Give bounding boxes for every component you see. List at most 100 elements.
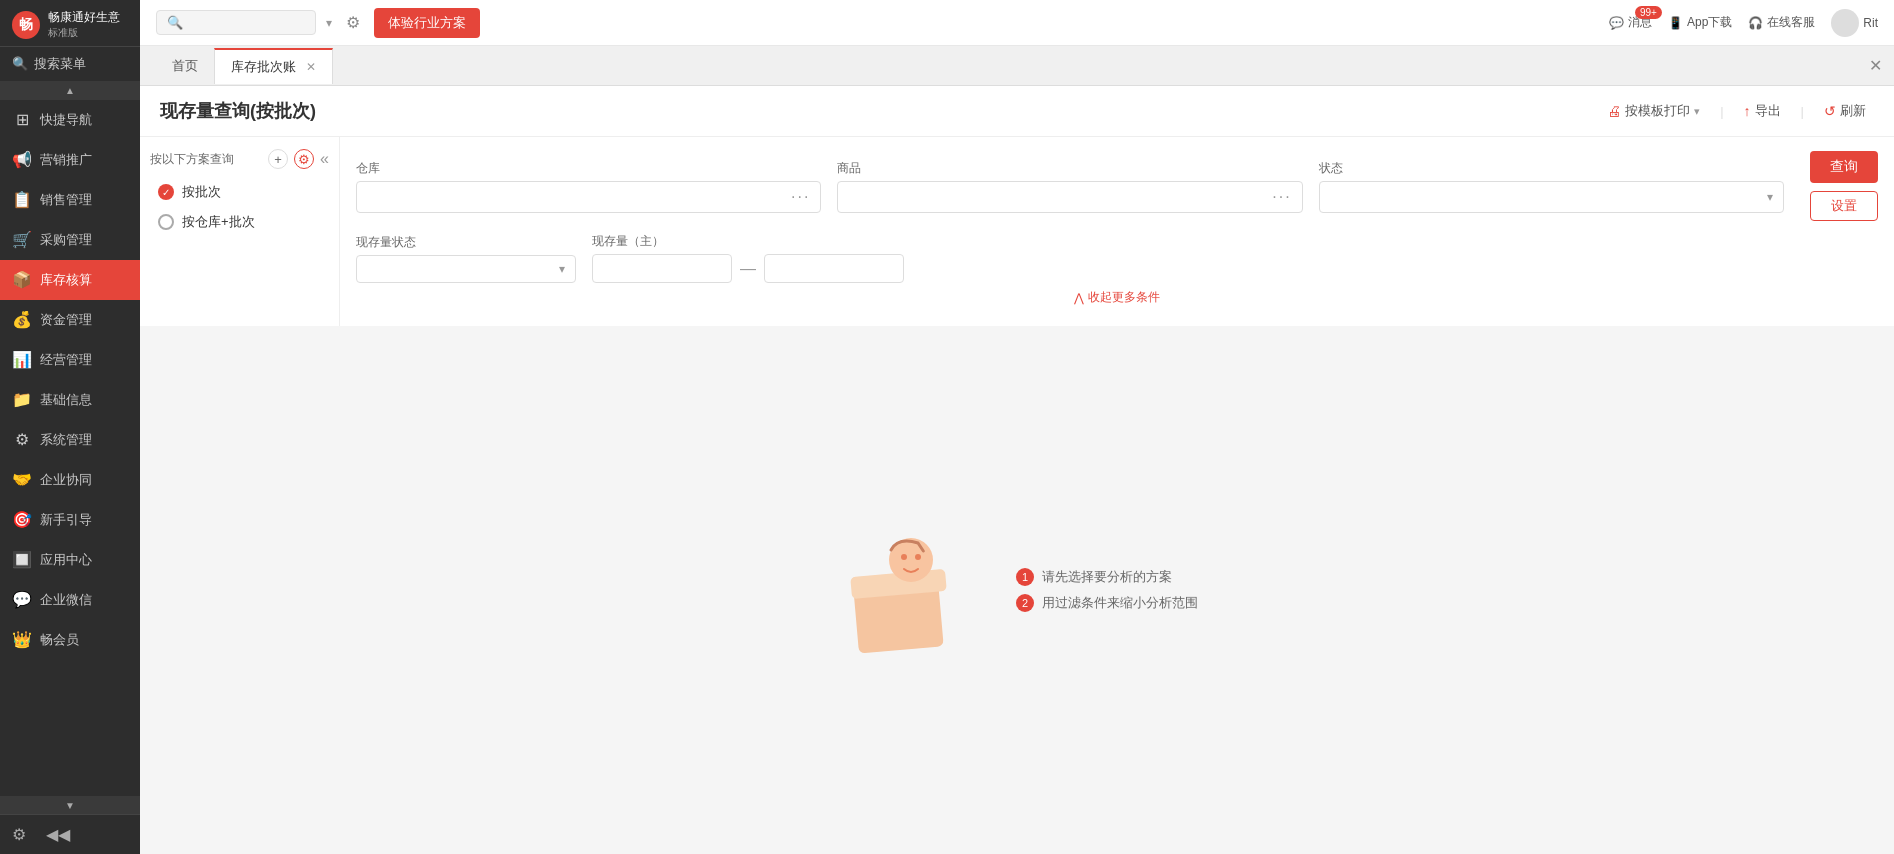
empty-content: 1 请先选择要分析的方案 2 用过滤条件来缩小分析范围 bbox=[836, 525, 1198, 655]
inventory-status-select[interactable]: ▾ bbox=[356, 255, 576, 283]
topbar-search-input[interactable] bbox=[189, 16, 279, 30]
add-scheme-button[interactable]: + bbox=[268, 149, 288, 169]
collapse-label: 收起更多条件 bbox=[1088, 289, 1160, 306]
export-label: 导出 bbox=[1755, 102, 1781, 120]
username-label: Rit bbox=[1863, 16, 1878, 30]
system-icon: ⚙ bbox=[12, 430, 32, 450]
collapse-up-icon: ⋀ bbox=[1074, 291, 1084, 305]
product-input[interactable]: ··· bbox=[837, 181, 1302, 213]
sidebar-item-marketing[interactable]: 📢 营销推广 bbox=[0, 140, 140, 180]
hint-num-2: 2 bbox=[1016, 594, 1034, 612]
newbie-label: 新手引导 bbox=[40, 511, 92, 529]
scheme-item-by-batch[interactable]: ✓ 按批次 bbox=[150, 177, 329, 207]
scheme-panel: 按以下方案查询 + ⚙ « ✓ 按批次 按仓库+批次 bbox=[140, 137, 340, 326]
empty-illustration-svg bbox=[836, 525, 966, 655]
scheme-by-batch-label: 按批次 bbox=[182, 183, 221, 201]
product-field: 商品 ··· bbox=[837, 160, 1302, 213]
sidebar-item-basics[interactable]: 📁 基础信息 bbox=[0, 380, 140, 420]
tab-close-icon[interactable]: ✕ bbox=[306, 60, 316, 74]
member-label: 畅会员 bbox=[40, 631, 79, 649]
print-icon: 🖨 bbox=[1607, 103, 1621, 119]
user-profile-action[interactable]: Rit bbox=[1831, 9, 1878, 37]
member-icon: 👑 bbox=[12, 630, 32, 650]
sidebar-item-inventory[interactable]: 📦 库存核算 bbox=[0, 260, 140, 300]
newbie-icon: 🎯 bbox=[12, 510, 32, 530]
collapse-sidebar-icon[interactable]: ◀◀ bbox=[46, 825, 70, 844]
operations-label: 经营管理 bbox=[40, 351, 92, 369]
warehouse-field: 仓库 ··· bbox=[356, 160, 821, 213]
settings-scheme-button[interactable]: ⚙ bbox=[294, 149, 314, 169]
empty-hint-1: 1 请先选择要分析的方案 bbox=[1016, 568, 1198, 586]
apps-label: 应用中心 bbox=[40, 551, 92, 569]
app-download-action[interactable]: 📱 App下载 bbox=[1668, 14, 1732, 31]
page-header: 现存量查询(按批次) 🖨 按模板打印 ▾ | ↑ 导出 | ↺ 刷新 bbox=[140, 86, 1894, 137]
sidebar-item-system[interactable]: ⚙ 系统管理 bbox=[0, 420, 140, 460]
messages-action[interactable]: 💬 消息 99+ bbox=[1609, 14, 1652, 31]
sidebar-scroll-up[interactable]: ▲ bbox=[0, 82, 140, 100]
inventory-qty-to-input[interactable] bbox=[764, 254, 904, 283]
refresh-label: 刷新 bbox=[1840, 102, 1866, 120]
topbar-chevron-icon[interactable]: ▾ bbox=[326, 16, 332, 30]
sidebar-item-enterprise[interactable]: 🤝 企业协同 bbox=[0, 460, 140, 500]
inventory-status-label: 现存量状态 bbox=[356, 234, 576, 251]
operations-icon: 📊 bbox=[12, 350, 32, 370]
status-input[interactable]: ▾ bbox=[1319, 181, 1784, 213]
edition-label: 标准版 bbox=[48, 26, 120, 40]
header-divider-2: | bbox=[1801, 104, 1804, 119]
empty-hint-2: 2 用过滤条件来缩小分析范围 bbox=[1016, 594, 1198, 612]
hint-text-2: 用过滤条件来缩小分析范围 bbox=[1042, 594, 1198, 612]
trial-button[interactable]: 体验行业方案 bbox=[374, 8, 480, 38]
sidebar-item-newbie[interactable]: 🎯 新手引导 bbox=[0, 500, 140, 540]
search-menu[interactable]: 🔍 搜索菜单 bbox=[0, 47, 140, 82]
topbar-search-box[interactable]: 🔍 bbox=[156, 10, 316, 35]
purchase-label: 采购管理 bbox=[40, 231, 92, 249]
topbar-gear-icon[interactable]: ⚙ bbox=[342, 9, 364, 36]
sidebar-item-apps[interactable]: 🔲 应用中心 bbox=[0, 540, 140, 580]
print-button[interactable]: 🖨 按模板打印 ▾ bbox=[1599, 98, 1708, 124]
wechat-label: 企业微信 bbox=[40, 591, 92, 609]
main-content: 🔍 ▾ ⚙ 体验行业方案 💬 消息 99+ 📱 App下载 🎧 在线客服 R bbox=[140, 0, 1894, 854]
scheme-item-by-warehouse-batch[interactable]: 按仓库+批次 bbox=[150, 207, 329, 237]
app-download-label: App下载 bbox=[1687, 14, 1732, 31]
topbar-search-icon: 🔍 bbox=[167, 15, 183, 30]
online-service-action[interactable]: 🎧 在线客服 bbox=[1748, 14, 1815, 31]
apps-icon: 🔲 bbox=[12, 550, 32, 570]
export-button[interactable]: ↑ 导出 bbox=[1736, 98, 1789, 124]
purchase-icon: 🛒 bbox=[12, 230, 32, 250]
scheme-by-warehouse-label: 按仓库+批次 bbox=[182, 213, 255, 231]
company-info: 畅康通好生意 标准版 bbox=[48, 10, 120, 40]
tab-batch-account[interactable]: 库存批次账 ✕ bbox=[214, 48, 333, 84]
tab-panel-close-icon[interactable]: ✕ bbox=[1869, 58, 1882, 74]
warehouse-input[interactable]: ··· bbox=[356, 181, 821, 213]
tab-home[interactable]: 首页 bbox=[156, 49, 214, 83]
sidebar: 畅 畅康通好生意 标准版 🔍 搜索菜单 ▲ ⊞ 快捷导航 📢 营销推广 📋 销售… bbox=[0, 0, 140, 854]
sidebar-item-finance[interactable]: 💰 资金管理 bbox=[0, 300, 140, 340]
sidebar-item-quick-nav[interactable]: ⊞ 快捷导航 bbox=[0, 100, 140, 140]
sidebar-item-purchase[interactable]: 🛒 采购管理 bbox=[0, 220, 140, 260]
marketing-icon: 📢 bbox=[12, 150, 32, 170]
sidebar-item-wechat[interactable]: 💬 企业微信 bbox=[0, 580, 140, 620]
settings-button[interactable]: 设置 bbox=[1810, 191, 1878, 221]
query-button[interactable]: 查询 bbox=[1810, 151, 1878, 183]
scheme-panel-title-label: 按以下方案查询 bbox=[150, 151, 234, 168]
sidebar-item-sales[interactable]: 📋 销售管理 bbox=[0, 180, 140, 220]
message-icon: 💬 bbox=[1609, 16, 1624, 30]
settings-footer-icon[interactable]: ⚙ bbox=[12, 825, 26, 844]
sidebar-item-operations[interactable]: 📊 经营管理 bbox=[0, 340, 140, 380]
sidebar-scroll-down[interactable]: ▼ bbox=[0, 796, 140, 814]
header-divider-1: | bbox=[1720, 104, 1723, 119]
inventory-qty-from-input[interactable] bbox=[592, 254, 732, 283]
collapse-more-button[interactable]: ⋀ 收起更多条件 bbox=[356, 283, 1878, 312]
warehouse-label: 仓库 bbox=[356, 160, 821, 177]
svg-point-4 bbox=[915, 554, 921, 560]
status-field: 状态 ▾ bbox=[1319, 160, 1784, 213]
svg-point-3 bbox=[901, 554, 907, 560]
collapse-scheme-icon[interactable]: « bbox=[320, 150, 329, 168]
refresh-icon: ↺ bbox=[1824, 103, 1836, 119]
wechat-icon: 💬 bbox=[12, 590, 32, 610]
basics-icon: 📁 bbox=[12, 390, 32, 410]
quick-nav-icon: ⊞ bbox=[12, 110, 32, 130]
messages-badge: 99+ bbox=[1635, 6, 1662, 19]
sidebar-item-member[interactable]: 👑 畅会员 bbox=[0, 620, 140, 660]
refresh-button[interactable]: ↺ 刷新 bbox=[1816, 98, 1874, 124]
